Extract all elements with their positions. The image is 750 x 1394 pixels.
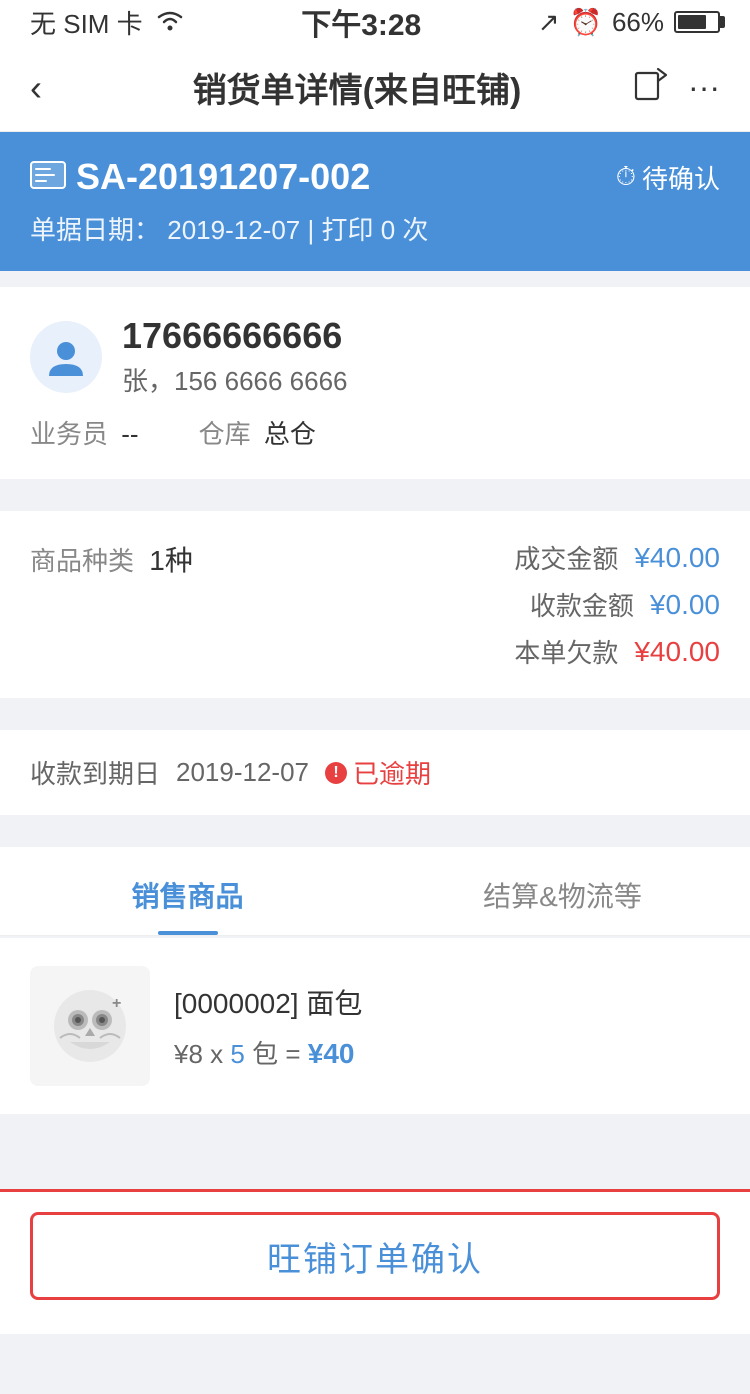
nav-bar: ‹ 销货单详情(来自旺铺) ··· xyxy=(0,44,750,132)
owe-value: ¥40.00 xyxy=(634,636,720,668)
tab-settlement[interactable]: 结算&物流等 xyxy=(375,847,750,935)
battery-icon xyxy=(674,11,720,33)
divider-2 xyxy=(0,698,750,714)
tab-sales-products[interactable]: 销售商品 xyxy=(0,847,375,935)
nav-actions: ··· xyxy=(634,67,720,109)
status-bar: 无 SIM 卡 下午3:28 ↗ ⏰ 66% xyxy=(0,0,750,44)
warehouse-item: 仓库 总仓 xyxy=(199,414,316,451)
product-total: ¥40 xyxy=(308,1038,355,1069)
product-title: 面包 xyxy=(306,988,362,1019)
confirm-order-button[interactable]: 旺铺订单确认 xyxy=(30,1212,720,1300)
received-label: 收款金额 xyxy=(530,586,634,623)
equals-symbol: = xyxy=(285,1039,300,1069)
status-time: 下午3:28 xyxy=(301,0,421,44)
print-label: 打印 xyxy=(321,215,373,245)
customer-info: 17666666666 张，156 6666 6666 xyxy=(122,315,348,398)
multiply-symbol: x xyxy=(210,1039,223,1069)
battery-percent: 66% xyxy=(612,7,664,38)
overdue-text: 已逾期 xyxy=(353,754,431,791)
clock-icon: ⏱ xyxy=(616,161,636,193)
print-count: 0 xyxy=(381,215,395,245)
customer-avatar xyxy=(30,321,102,393)
customer-phone: 17666666666 xyxy=(122,315,348,357)
order-icon xyxy=(30,156,66,198)
duedate-card: 收款到期日 2019-12-07 ! 已逾期 xyxy=(0,730,750,815)
summary-left: 商品种类 1种 xyxy=(30,539,193,579)
status-left: 无 SIM 卡 xyxy=(30,4,185,41)
back-button[interactable]: ‹ xyxy=(30,67,80,109)
product-info: [0000002] 面包 ¥8 x 5 包 = ¥40 xyxy=(174,982,720,1071)
divider-1 xyxy=(0,479,750,495)
separator: | xyxy=(307,215,321,245)
unit-label: 包 xyxy=(252,1039,278,1069)
share-button[interactable] xyxy=(634,67,668,109)
type-value: 1种 xyxy=(149,545,193,576)
wifi-icon xyxy=(155,7,185,38)
product-card: + [0000002] 面包 ¥8 x 5 包 = ¥40 xyxy=(0,938,750,1114)
overdue-badge: ! 已逾期 xyxy=(325,754,431,791)
product-qty: 5 xyxy=(230,1039,244,1069)
warehouse-label: 仓库 xyxy=(199,419,251,449)
product-name: [0000002] 面包 xyxy=(174,982,720,1022)
divider-3 xyxy=(0,815,750,831)
amount-row: 成交金额 ¥40.00 xyxy=(514,539,720,576)
svg-text:+: + xyxy=(112,995,121,1012)
product-id: [0000002] xyxy=(174,988,299,1019)
bottom-bar: 旺铺订单确认 xyxy=(0,1189,750,1334)
customer-meta: 业务员 -- 仓库 总仓 xyxy=(30,414,720,451)
amount-value: ¥40.00 xyxy=(634,542,720,574)
date-label: 单据日期： xyxy=(30,215,160,245)
page-title: 销货单详情(来自旺铺) xyxy=(80,63,634,112)
print-unit: 次 xyxy=(402,215,428,245)
received-value: ¥0.00 xyxy=(650,589,720,621)
received-row: 收款金额 ¥0.00 xyxy=(514,586,720,623)
tabs-bar: 销售商品 结算&物流等 xyxy=(0,847,750,936)
salesperson-item: 业务员 -- xyxy=(30,414,139,451)
duedate-value: 2019-12-07 xyxy=(176,757,309,788)
order-status-text: 待确认 xyxy=(642,159,720,196)
overdue-icon: ! xyxy=(325,762,347,784)
amount-label: 成交金额 xyxy=(514,539,618,576)
unit-price: ¥8 xyxy=(174,1039,203,1069)
order-id-text: SA-20191207-002 xyxy=(76,156,370,198)
salesperson-value: -- xyxy=(121,419,138,449)
carrier-label: 无 SIM 卡 xyxy=(30,4,143,41)
location-icon: ↗ xyxy=(538,7,560,38)
order-id-row: SA-20191207-002 xyxy=(30,156,370,198)
type-label: 商品种类 xyxy=(30,546,134,576)
customer-name: 张，156 6666 6666 xyxy=(122,361,348,398)
owe-row: 本单欠款 ¥40.00 xyxy=(514,633,720,670)
owe-label: 本单欠款 xyxy=(514,633,618,670)
order-status: ⏱ 待确认 xyxy=(616,159,720,196)
salesperson-label: 业务员 xyxy=(30,419,108,449)
warehouse-value: 总仓 xyxy=(264,419,316,449)
product-price-row: ¥8 x 5 包 = ¥40 xyxy=(174,1034,720,1071)
summary-right: 成交金额 ¥40.00 收款金额 ¥0.00 本单欠款 ¥40.00 xyxy=(514,539,720,670)
product-thumbnail: + xyxy=(30,966,150,1086)
alarm-icon: ⏰ xyxy=(570,7,602,38)
order-header: SA-20191207-002 ⏱ 待确认 单据日期： 2019-12-07 |… xyxy=(0,132,750,271)
customer-card: 17666666666 张，156 6666 6666 业务员 -- 仓库 总仓 xyxy=(0,287,750,479)
status-right: ↗ ⏰ 66% xyxy=(538,7,720,38)
summary-card: 商品种类 1种 成交金额 ¥40.00 收款金额 ¥0.00 本单欠款 ¥40.… xyxy=(0,511,750,698)
order-date-value: 2019-12-07 xyxy=(167,215,300,245)
order-date-row: 单据日期： 2019-12-07 | 打印 0 次 xyxy=(30,210,720,247)
duedate-label: 收款到期日 xyxy=(30,754,160,791)
more-button[interactable]: ··· xyxy=(688,69,720,106)
